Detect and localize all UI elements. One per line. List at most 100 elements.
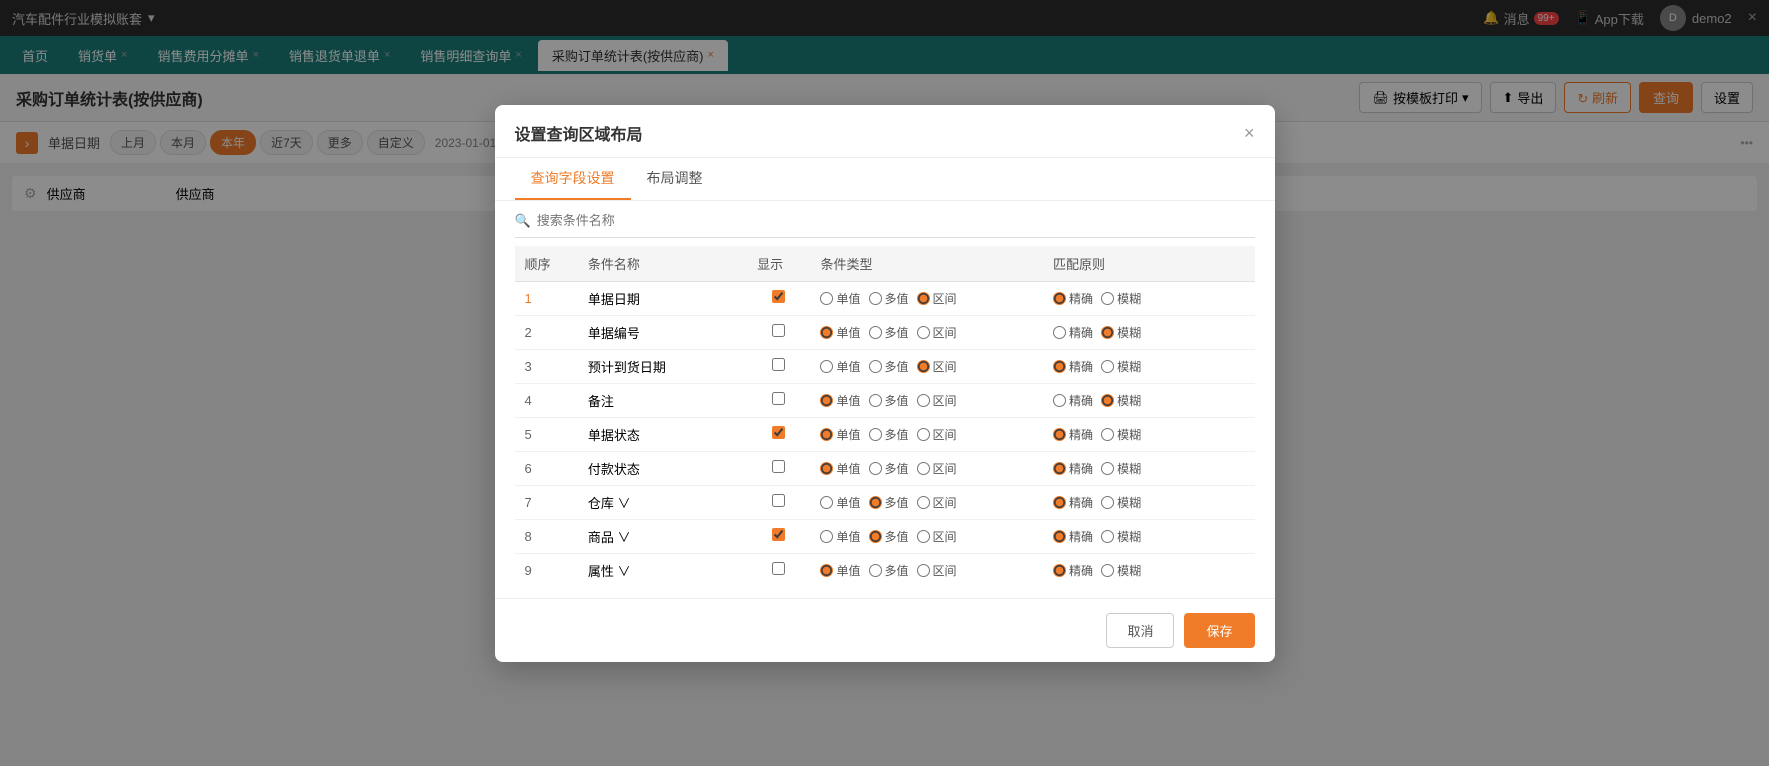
row-cond-name: 预计到货日期 [578,349,747,383]
cond-type-option[interactable]: 单值 [820,324,860,341]
row-match-rule-cell: 精确模糊 [1043,349,1254,383]
row-cond-name: 单据编号 [578,315,747,349]
save-label: 保存 [1206,624,1232,639]
cond-type-option[interactable]: 区间 [917,460,957,477]
match-rule-option[interactable]: 模糊 [1101,324,1141,341]
display-checkbox[interactable] [772,426,785,439]
row-match-rule-cell: 精确模糊 [1043,417,1254,451]
row-display-checkbox-cell [747,315,810,349]
match-rule-option[interactable]: 模糊 [1101,392,1141,409]
match-rule-option[interactable]: 精确 [1053,460,1093,477]
row-order: 1 [515,281,578,315]
display-checkbox[interactable] [772,494,785,507]
row-match-rule-cell: 精确模糊 [1043,451,1254,485]
dialog-title: 设置查询区域布局 [515,121,643,145]
tab-layout-adjust[interactable]: 布局调整 [631,158,719,200]
display-checkbox[interactable] [772,290,785,303]
cond-type-option[interactable]: 区间 [917,392,957,409]
row-order: 6 [515,451,578,485]
cond-type-option[interactable]: 区间 [917,528,957,545]
cond-type-option[interactable]: 多值 [869,528,909,545]
cond-type-option[interactable]: 单值 [820,426,860,443]
match-rule-option[interactable]: 模糊 [1101,426,1141,443]
row-display-checkbox-cell [747,485,810,519]
row-match-rule-cell: 精确模糊 [1043,315,1254,349]
cond-type-option[interactable]: 多值 [869,426,909,443]
table-row: 7仓库 ∨单值多值区间精确模糊 [515,485,1255,519]
cond-type-option[interactable]: 单值 [820,528,860,545]
search-input[interactable] [537,213,737,228]
row-cond-name: 仓库 ∨ [578,485,747,519]
match-rule-option[interactable]: 精确 [1053,392,1093,409]
display-checkbox[interactable] [772,358,785,371]
cond-type-option[interactable]: 单值 [820,562,860,579]
cond-type-option[interactable]: 区间 [917,562,957,579]
row-display-checkbox-cell [747,281,810,315]
row-display-checkbox-cell [747,519,810,553]
save-button[interactable]: 保存 [1184,613,1254,648]
cond-type-option[interactable]: 多值 [869,358,909,375]
modal-overlay: 设置查询区域布局 × 查询字段设置 布局调整 🔍 顺序 [0,0,1769,766]
match-rule-option[interactable]: 精确 [1053,562,1093,579]
match-rule-option[interactable]: 精确 [1053,494,1093,511]
dialog-close-button[interactable]: × [1244,124,1255,142]
display-checkbox[interactable] [772,392,785,405]
col-condtype-header: 条件类型 [810,246,1043,282]
cond-type-option[interactable]: 单值 [820,494,860,511]
display-checkbox[interactable] [772,528,785,541]
row-display-checkbox-cell [747,349,810,383]
cond-type-option[interactable]: 多值 [869,460,909,477]
match-rule-option[interactable]: 精确 [1053,426,1093,443]
cond-type-option[interactable]: 区间 [917,358,957,375]
display-checkbox[interactable] [772,324,785,337]
match-rule-option[interactable]: 模糊 [1101,358,1141,375]
match-rule-option[interactable]: 模糊 [1101,494,1141,511]
col-matchrule-header: 匹配原则 [1043,246,1254,282]
conditions-table-scroll[interactable]: 顺序 条件名称 显示 条件类型 匹配原则 1单据日期单值多值区间精确模糊2单据编… [515,246,1255,586]
display-checkbox[interactable] [772,460,785,473]
row-match-rule-cell: 精确模糊 [1043,383,1254,417]
match-rule-option[interactable]: 模糊 [1101,528,1141,545]
cancel-button[interactable]: 取消 [1106,613,1174,648]
table-row: 2单据编号 单值多值区间 精确模糊 [515,315,1255,349]
match-rule-option[interactable]: 模糊 [1101,290,1141,307]
row-cond-name: 属性 ∨ [578,553,747,586]
cond-type-option[interactable]: 单值 [820,290,860,307]
table-header-row: 顺序 条件名称 显示 条件类型 匹配原则 [515,246,1255,282]
cond-type-option[interactable]: 单值 [820,460,860,477]
search-icon: 🔍 [515,213,531,229]
cond-type-option[interactable]: 多值 [869,324,909,341]
display-checkbox[interactable] [772,562,785,575]
match-rule-option[interactable]: 模糊 [1101,460,1141,477]
cond-type-option[interactable]: 多值 [869,392,909,409]
cond-type-option[interactable]: 单值 [820,392,860,409]
tab-query-field-settings[interactable]: 查询字段设置 [515,158,631,200]
cond-type-option[interactable]: 区间 [917,494,957,511]
match-rule-option[interactable]: 模糊 [1101,562,1141,579]
cond-type-option[interactable]: 多值 [869,290,909,307]
row-cond-name: 单据状态 [578,417,747,451]
cond-type-option[interactable]: 多值 [869,494,909,511]
cond-type-option[interactable]: 区间 [917,290,957,307]
cancel-label: 取消 [1127,624,1153,639]
cond-type-option[interactable]: 区间 [917,426,957,443]
col-display-header: 显示 [747,246,810,282]
row-cond-type-cell: 单值多值区间 [810,519,1043,553]
row-order: 9 [515,553,578,586]
row-display-checkbox-cell [747,383,810,417]
row-cond-type-cell: 单值多值区间 [810,349,1043,383]
row-order: 2 [515,315,578,349]
row-order: 4 [515,383,578,417]
match-rule-option[interactable]: 精确 [1053,324,1093,341]
search-bar: 🔍 [515,213,1255,238]
cond-type-option[interactable]: 区间 [917,324,957,341]
cond-type-option[interactable]: 单值 [820,358,860,375]
cond-type-option[interactable]: 多值 [869,562,909,579]
row-cond-name: 备注 [578,383,747,417]
match-rule-option[interactable]: 精确 [1053,358,1093,375]
match-rule-option[interactable]: 精确 [1053,528,1093,545]
row-cond-type-cell: 单值多值区间 [810,451,1043,485]
table-row: 5单据状态单值多值区间精确模糊 [515,417,1255,451]
match-rule-option[interactable]: 精确 [1053,290,1093,307]
table-row: 4备注 单值多值区间 精确模糊 [515,383,1255,417]
